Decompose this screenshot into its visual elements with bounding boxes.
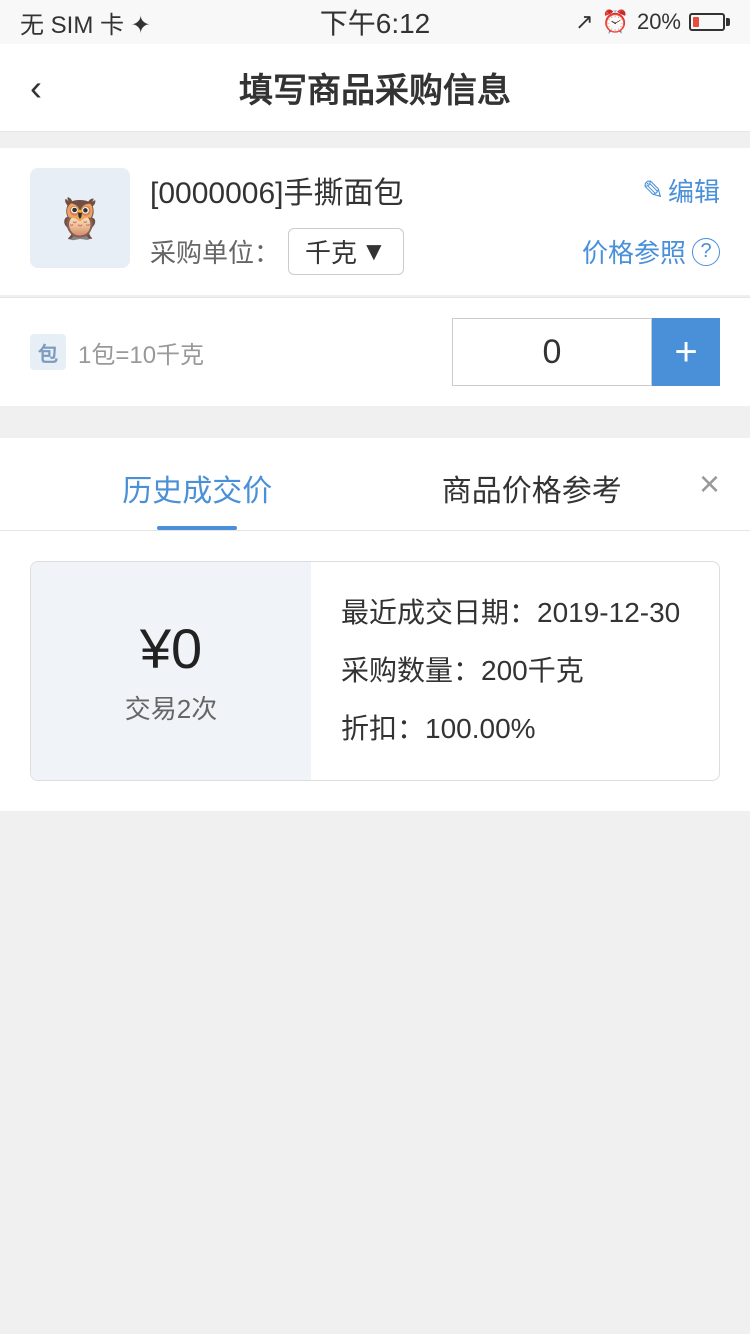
battery-icon	[689, 13, 730, 31]
unit-label-text: 采购单位：	[150, 233, 280, 270]
tab-product-price-ref[interactable]: 商品价格参考	[364, 438, 698, 530]
quantity-row-detail: 采购数量：200千克	[341, 650, 689, 692]
recent-date-row: 最近成交日期：2019-12-30	[341, 592, 689, 634]
back-button[interactable]: ‹	[30, 67, 42, 109]
tab-history-label: 历史成交价	[122, 475, 272, 508]
unit-box-icon: 包	[30, 334, 66, 370]
bottom-panel: 历史成交价 商品价格参考 × ¥0 交易2次 最近成交日期：2019-12-30…	[0, 438, 750, 811]
panel-close-button[interactable]: ×	[699, 443, 720, 525]
unit-icon-text: 包	[38, 338, 58, 367]
price-amount: ¥0	[140, 616, 202, 681]
currency-symbol: ¥	[140, 617, 171, 680]
product-name: [0000006]手撕面包	[150, 168, 403, 212]
price-ref-label: 价格参照	[582, 233, 686, 270]
quantity-detail-value: 200千克	[481, 655, 584, 686]
unit-conversion-text: 1包=10千克	[78, 335, 204, 370]
price-ref-button[interactable]: 价格参照 ?	[582, 233, 720, 270]
quantity-section: 包 1包=10千克 0 +	[0, 297, 750, 406]
tab-product-label: 商品价格参考	[442, 475, 622, 508]
unit-dropdown-arrow: ▼	[361, 236, 387, 267]
recent-date-value: 2019-12-30	[537, 597, 680, 628]
quantity-input[interactable]: 0	[452, 318, 652, 386]
price-card-area: ¥0 交易2次 最近成交日期：2019-12-30 采购数量：200千克 折扣：…	[0, 531, 750, 811]
quantity-right: 0 +	[452, 318, 720, 386]
discount-label: 折扣：	[341, 713, 425, 744]
quantity-left: 包 1包=10千克	[30, 334, 204, 370]
trade-count: 交易2次	[125, 689, 217, 726]
panel-tabs: 历史成交价 商品价格参考 ×	[0, 438, 750, 531]
status-right: ↗ ⏰ 20%	[575, 9, 730, 35]
recent-date-label: 最近成交日期：	[341, 597, 537, 628]
signal-text: 无 SIM 卡 ✦	[20, 5, 151, 40]
edit-icon: ✎	[642, 175, 664, 206]
quantity-value: 0	[543, 333, 562, 372]
status-left: 无 SIM 卡 ✦	[20, 5, 151, 40]
price-card: ¥0 交易2次 最近成交日期：2019-12-30 采购数量：200千克 折扣：…	[30, 561, 720, 781]
price-right-panel: 最近成交日期：2019-12-30 采购数量：200千克 折扣：100.00%	[311, 562, 719, 780]
product-section: 🦉 [0000006]手撕面包 ✎ 编辑 采购单位： 千克 ▼	[0, 148, 750, 295]
price-value: 0	[171, 617, 202, 680]
discount-value: 100.00%	[425, 713, 536, 744]
quantity-detail-label: 采购数量：	[341, 655, 481, 686]
price-ref-info-icon: ?	[692, 238, 720, 266]
page-title: 填写商品采购信息	[239, 63, 511, 112]
unit-label: 采购单位： 千克 ▼	[150, 228, 404, 275]
unit-value: 千克	[305, 233, 357, 270]
unit-select[interactable]: 千克 ▼	[288, 228, 404, 275]
status-bar: 无 SIM 卡 ✦ 下午6:12 ↗ ⏰ 20%	[0, 0, 750, 44]
product-info: [0000006]手撕面包 ✎ 编辑 采购单位： 千克 ▼ 价格参照 ?	[150, 168, 720, 275]
edit-button[interactable]: ✎ 编辑	[642, 172, 720, 209]
tab-history-price[interactable]: 历史成交价	[30, 438, 364, 530]
discount-row: 折扣：100.00%	[341, 708, 689, 750]
nav-bar: ‹ 填写商品采购信息	[0, 44, 750, 132]
product-image-icon: 🦉	[55, 195, 105, 242]
battery-percent: 20%	[637, 9, 681, 35]
edit-label: 编辑	[668, 172, 720, 209]
alarm-icon: ⏰	[602, 9, 629, 35]
price-left-panel: ¥0 交易2次	[31, 562, 311, 780]
quantity-plus-button[interactable]: +	[652, 318, 720, 386]
location-icon: ↗	[575, 9, 593, 35]
product-thumbnail: 🦉	[30, 168, 130, 268]
section-divider	[0, 406, 750, 422]
status-time: 下午6:12	[320, 2, 431, 42]
